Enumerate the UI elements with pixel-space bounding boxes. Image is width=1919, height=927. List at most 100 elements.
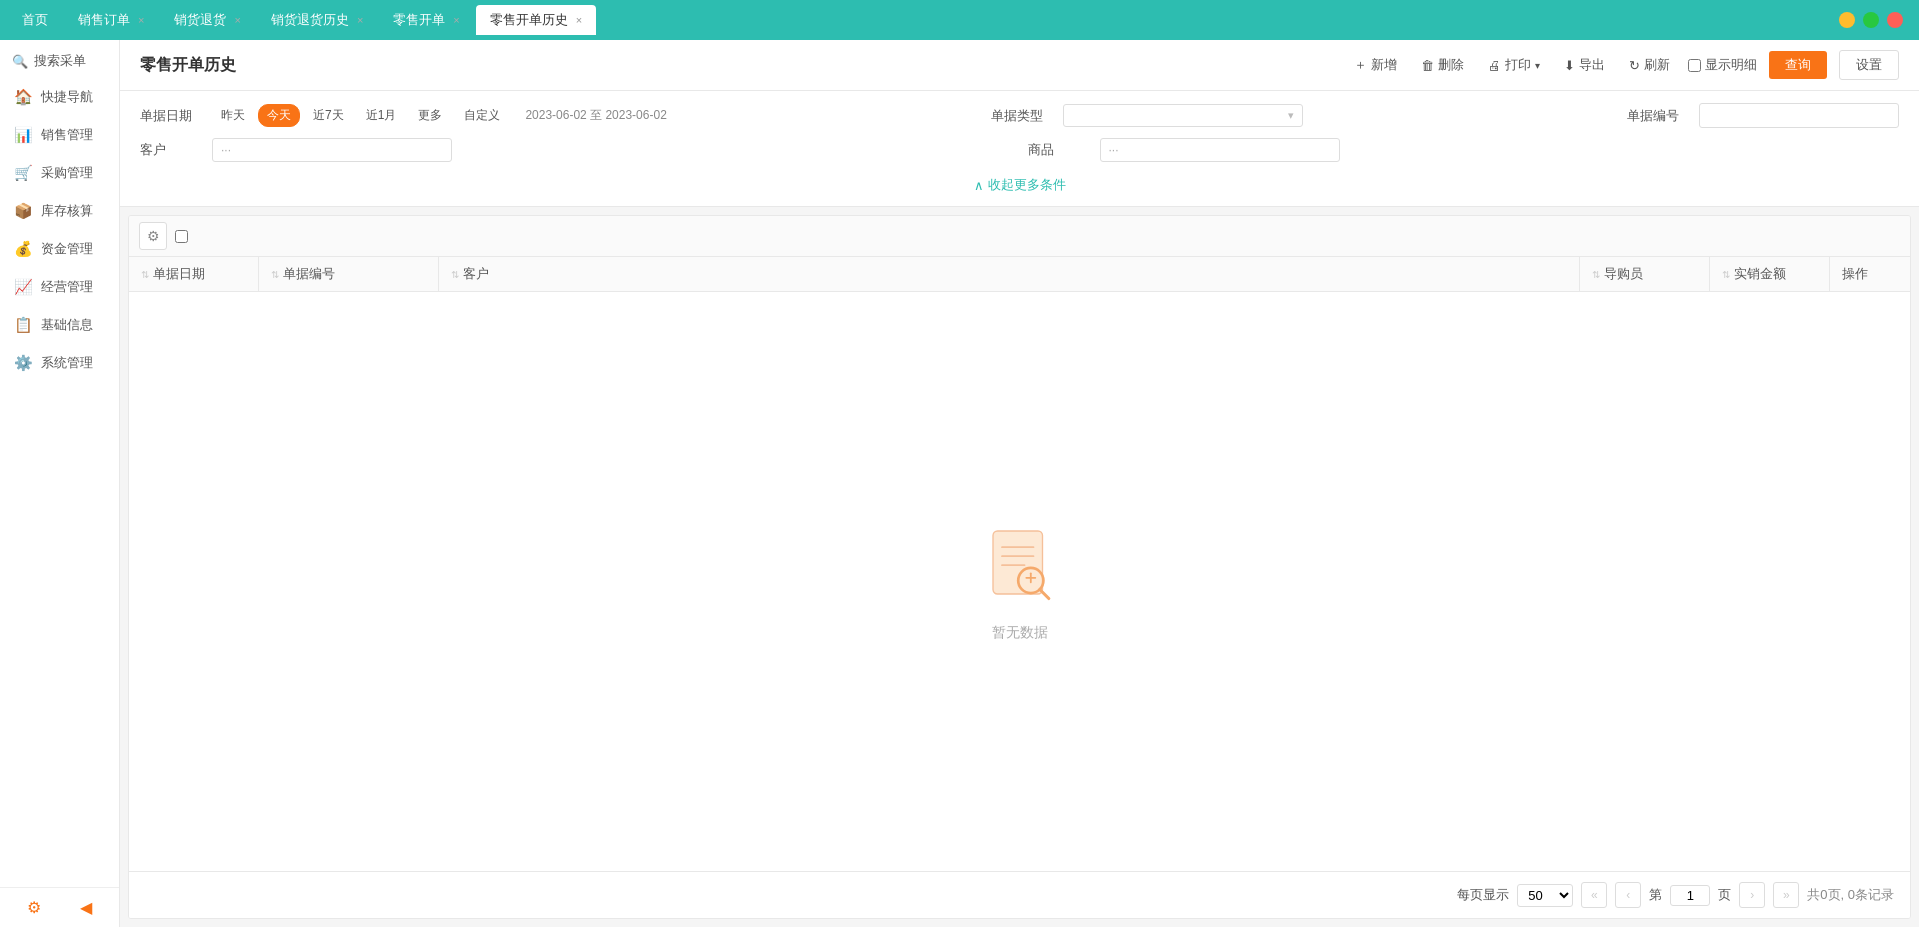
display-detail-checkbox[interactable] [1688,59,1701,72]
tab-sales-return[interactable]: 销货退货 × [160,5,254,35]
th-num[interactable]: ⇅ 单据编号 [259,257,439,291]
window-maximize-btn[interactable] [1863,12,1879,28]
search-icon: 🔍 [12,54,28,69]
delete-label: 删除 [1438,56,1464,74]
sidebar-item-sales-mgmt-label: 销售管理 [41,126,93,144]
page-label: 第 [1649,886,1662,904]
doc-num-label: 单据编号 [1627,107,1683,125]
export-label: 导出 [1579,56,1605,74]
tab-retail-open-history[interactable]: 零售开单历史 × [476,5,596,35]
sidebar-item-sales-mgmt[interactable]: 📊 销售管理 [0,116,119,154]
page-suffix: 页 [1718,886,1731,904]
box-icon: 📦 [14,202,33,220]
filter-row-2: 客户 ··· 商品 ··· [140,138,1899,162]
product-dots: ··· [1109,143,1119,157]
sidebar-item-system[interactable]: ⚙️ 系统管理 [0,344,119,382]
tab-retail-open-history-close[interactable]: × [576,14,582,26]
tab-sales-return-history[interactable]: 销货退货历史 × [257,5,377,35]
sidebar-item-operations[interactable]: 📈 经营管理 [0,268,119,306]
th-amount[interactable]: ⇅ 实销金额 [1710,257,1830,291]
tab-home[interactable]: 首页 [8,5,62,35]
per-page-select[interactable]: 10 20 50 100 [1517,884,1573,907]
sidebar-item-purchase-mgmt[interactable]: 🛒 采购管理 [0,154,119,192]
tab-home-label: 首页 [22,11,48,29]
collapse-btn[interactable]: ∧ 收起更多条件 [974,176,1066,194]
table-select-all-checkbox[interactable] [175,230,188,243]
th-customer[interactable]: ⇅ 客户 [439,257,1580,291]
date-btn-last1m[interactable]: 近1月 [357,104,406,127]
page-title: 零售开单历史 [140,55,236,76]
sidebar-item-basic-info[interactable]: 📋 基础信息 [0,306,119,344]
tab-sales-return-history-label: 销货退货历史 [271,11,349,29]
th-customer-sort-icon: ⇅ [451,269,459,280]
page-last-btn[interactable]: » [1773,882,1799,908]
add-icon: ＋ [1354,56,1367,74]
main-layout: 🔍 搜索采单 🏠 快捷导航 📊 销售管理 🛒 采购管理 📦 库存核算 💰 资金管… [0,40,1919,927]
th-amount-label: 实销金额 [1734,265,1786,283]
th-date-sort-icon: ⇅ [141,269,149,280]
sidebar-search[interactable]: 🔍 搜索采单 [0,40,119,78]
window-controls [1839,12,1911,28]
export-button[interactable]: ⬇ 导出 [1558,52,1611,78]
th-guide-label: 导购员 [1604,265,1643,283]
refresh-button[interactable]: ↻ 刷新 [1623,52,1676,78]
date-btn-more[interactable]: 更多 [409,104,451,127]
window-minimize-btn[interactable] [1839,12,1855,28]
sidebar-item-quick-nav[interactable]: 🏠 快捷导航 [0,78,119,116]
pagination: 每页显示 10 20 50 100 « ‹ 第 页 › » 共0页, 0条记录 [129,871,1910,918]
tab-retail-open-history-label: 零售开单历史 [490,11,568,29]
date-btn-today[interactable]: 今天 [258,104,300,127]
collapse-row: ∧ 收起更多条件 [140,172,1899,194]
tab-sales-order-close[interactable]: × [138,14,144,26]
th-date[interactable]: ⇅ 单据日期 [129,257,259,291]
empty-icon [975,522,1065,612]
add-button[interactable]: ＋ 新增 [1348,52,1403,78]
doc-num-input[interactable] [1699,103,1899,128]
print-arrow-icon: ▾ [1535,60,1540,71]
collapse-sidebar-btn[interactable]: ◀ [80,898,92,917]
customer-select[interactable]: ··· [212,138,452,162]
th-num-sort-icon: ⇅ [271,269,279,280]
th-guide[interactable]: ⇅ 导购员 [1580,257,1710,291]
tab-sales-order[interactable]: 销售订单 × [64,5,158,35]
table-settings-btn[interactable]: ⚙ [139,222,167,250]
page-next-btn[interactable]: › [1739,882,1765,908]
delete-button[interactable]: 🗑 删除 [1415,52,1470,78]
date-btn-yesterday[interactable]: 昨天 [212,104,254,127]
date-btn-custom[interactable]: 自定义 [455,104,509,127]
tab-retail-open-close[interactable]: × [453,14,459,26]
query-button[interactable]: 查询 [1769,51,1827,79]
money-icon: 💰 [14,240,33,258]
page-prev-btn[interactable]: ‹ [1615,882,1641,908]
tab-sales-return-close[interactable]: × [234,14,240,26]
print-button[interactable]: 🖨 打印 ▾ [1482,52,1546,78]
page-num-input[interactable] [1670,885,1710,906]
doc-type-select[interactable]: ▾ [1063,104,1303,127]
sidebar-item-system-label: 系统管理 [41,354,93,372]
page-total: 共0页, 0条记录 [1807,886,1894,904]
settings-button[interactable]: 设置 [1839,50,1899,80]
table-header: ⇅ 单据日期 ⇅ 单据编号 ⇅ 客户 ⇅ 导购员 ⇅ 实销金额 [129,257,1910,292]
tab-retail-open[interactable]: 零售开单 × [379,5,473,35]
window-close-btn[interactable] [1887,12,1903,28]
page-first-btn[interactable]: « [1581,882,1607,908]
empty-illustration [975,517,1065,617]
tab-sales-return-history-close[interactable]: × [357,14,363,26]
display-detail-toggle[interactable]: 显示明细 [1688,56,1757,74]
date-btn-last7[interactable]: 近7天 [304,104,353,127]
page-header: 零售开单历史 ＋ 新增 🗑 删除 🖨 打印 ▾ ⬇ 导出 [120,40,1919,91]
table-section: ⚙ ⇅ 单据日期 ⇅ 单据编号 ⇅ 客户 ⇅ 导购员 [128,215,1911,919]
sidebar-item-finance[interactable]: 💰 资金管理 [0,230,119,268]
sidebar-item-inventory[interactable]: 📦 库存核算 [0,192,119,230]
th-customer-label: 客户 [463,265,489,283]
sidebar: 🔍 搜索采单 🏠 快捷导航 📊 销售管理 🛒 采购管理 📦 库存核算 💰 资金管… [0,40,120,927]
print-icon: 🖨 [1488,58,1501,73]
add-label: 新增 [1371,56,1397,74]
settings-bottom-btn[interactable]: ⚙ [27,898,41,917]
sidebar-item-inventory-label: 库存核算 [41,202,93,220]
date-label: 单据日期 [140,107,196,125]
customer-dots: ··· [221,143,231,157]
th-op-label: 操作 [1842,265,1868,283]
product-select[interactable]: ··· [1100,138,1340,162]
display-detail-label: 显示明细 [1705,56,1757,74]
